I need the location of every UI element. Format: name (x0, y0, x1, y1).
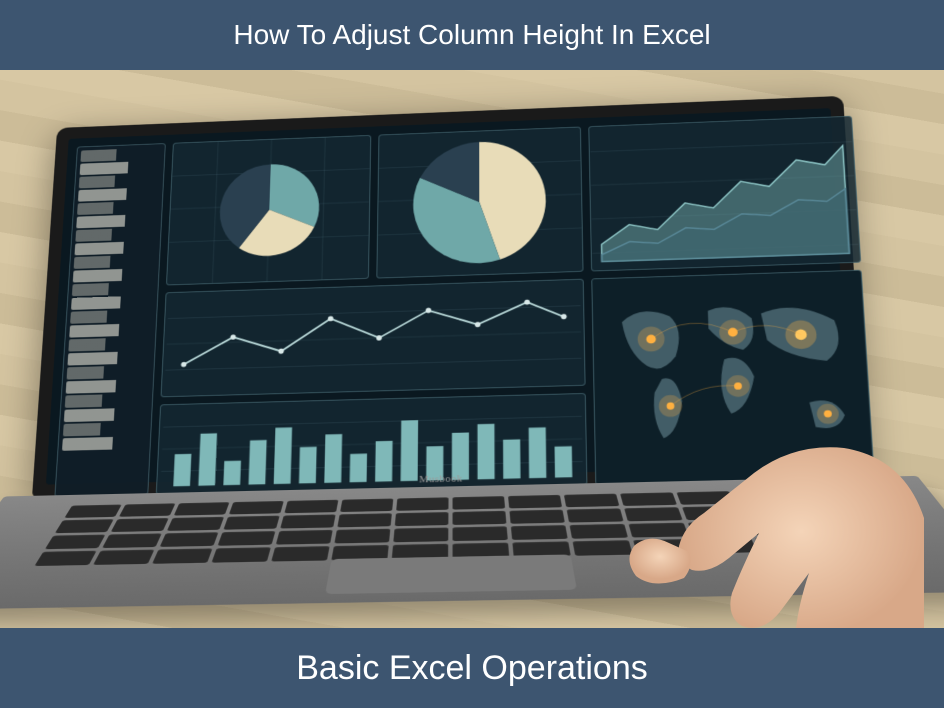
list-item (80, 161, 161, 176)
key (395, 512, 449, 526)
key (119, 503, 176, 516)
key (396, 497, 448, 511)
key (174, 502, 230, 515)
trackpad (325, 554, 577, 594)
list-item (68, 337, 151, 352)
list-item (80, 147, 161, 162)
line-chart (161, 279, 586, 398)
key (790, 489, 851, 503)
key (676, 491, 734, 505)
list-item (77, 200, 158, 215)
small-pie-chart (166, 135, 371, 286)
laptop-keyboard-deck (0, 476, 944, 610)
list-item (78, 187, 159, 202)
header-banner: How To Adjust Column Height In Excel (0, 0, 944, 70)
key (223, 516, 279, 530)
footer-banner: Basic Excel Operations (0, 628, 944, 708)
key (573, 540, 633, 556)
key (633, 539, 695, 555)
key (45, 535, 106, 550)
key (799, 503, 862, 517)
key (682, 506, 742, 520)
key (229, 501, 284, 514)
key (747, 520, 810, 535)
key (211, 547, 270, 562)
key (453, 496, 506, 510)
key (569, 524, 628, 539)
key (688, 521, 750, 536)
key (817, 535, 884, 551)
list-item (66, 379, 150, 394)
list-item (69, 323, 152, 338)
key (93, 550, 154, 565)
key (152, 548, 212, 563)
key (271, 546, 329, 561)
key (55, 519, 114, 533)
list-item (74, 241, 156, 256)
key (740, 505, 802, 519)
list-item (65, 393, 149, 408)
key (564, 494, 620, 508)
key (567, 508, 624, 522)
list-item (62, 436, 146, 451)
dashboard-screen (46, 108, 852, 484)
keyboard (34, 489, 884, 566)
list-item (64, 407, 148, 422)
key (280, 514, 335, 528)
key (511, 525, 568, 540)
laptop-brand-label: Musbook (419, 473, 463, 485)
key (453, 511, 507, 525)
key (509, 510, 564, 524)
key (276, 530, 333, 545)
footer-title: Basic Excel Operations (296, 649, 648, 688)
key (102, 533, 162, 548)
key (808, 519, 873, 534)
list-item (70, 309, 153, 324)
key (284, 500, 338, 514)
large-pie-chart (376, 127, 583, 279)
key (624, 507, 683, 521)
list-item (67, 351, 150, 366)
key (620, 492, 677, 506)
key (34, 551, 96, 566)
key (337, 513, 392, 527)
world-map (591, 270, 875, 485)
area-chart (588, 116, 861, 272)
list-item (72, 282, 154, 297)
laptop: Musbook (21, 94, 939, 628)
key (508, 495, 562, 509)
laptop-screen-bezel: Musbook (32, 96, 867, 498)
key (111, 518, 169, 532)
key (218, 531, 276, 546)
key (733, 490, 793, 504)
dashboard-sidebar-list (54, 143, 165, 497)
key (160, 532, 219, 547)
list-item (75, 227, 157, 242)
list-item (79, 174, 160, 189)
key (334, 529, 390, 544)
key (393, 527, 448, 542)
bar-chart (156, 393, 588, 495)
list-item (63, 422, 147, 437)
hero-photo: Musbook (0, 70, 944, 628)
list-item (76, 214, 158, 229)
key (453, 526, 508, 541)
key (340, 499, 393, 513)
list-item (71, 295, 154, 310)
key (64, 504, 121, 517)
key (755, 537, 820, 553)
key (628, 523, 688, 538)
key (167, 517, 224, 531)
list-item (67, 365, 151, 380)
header-title: How To Adjust Column Height In Excel (233, 19, 710, 51)
key (694, 538, 758, 554)
list-item (74, 254, 156, 269)
list-item (73, 268, 155, 283)
